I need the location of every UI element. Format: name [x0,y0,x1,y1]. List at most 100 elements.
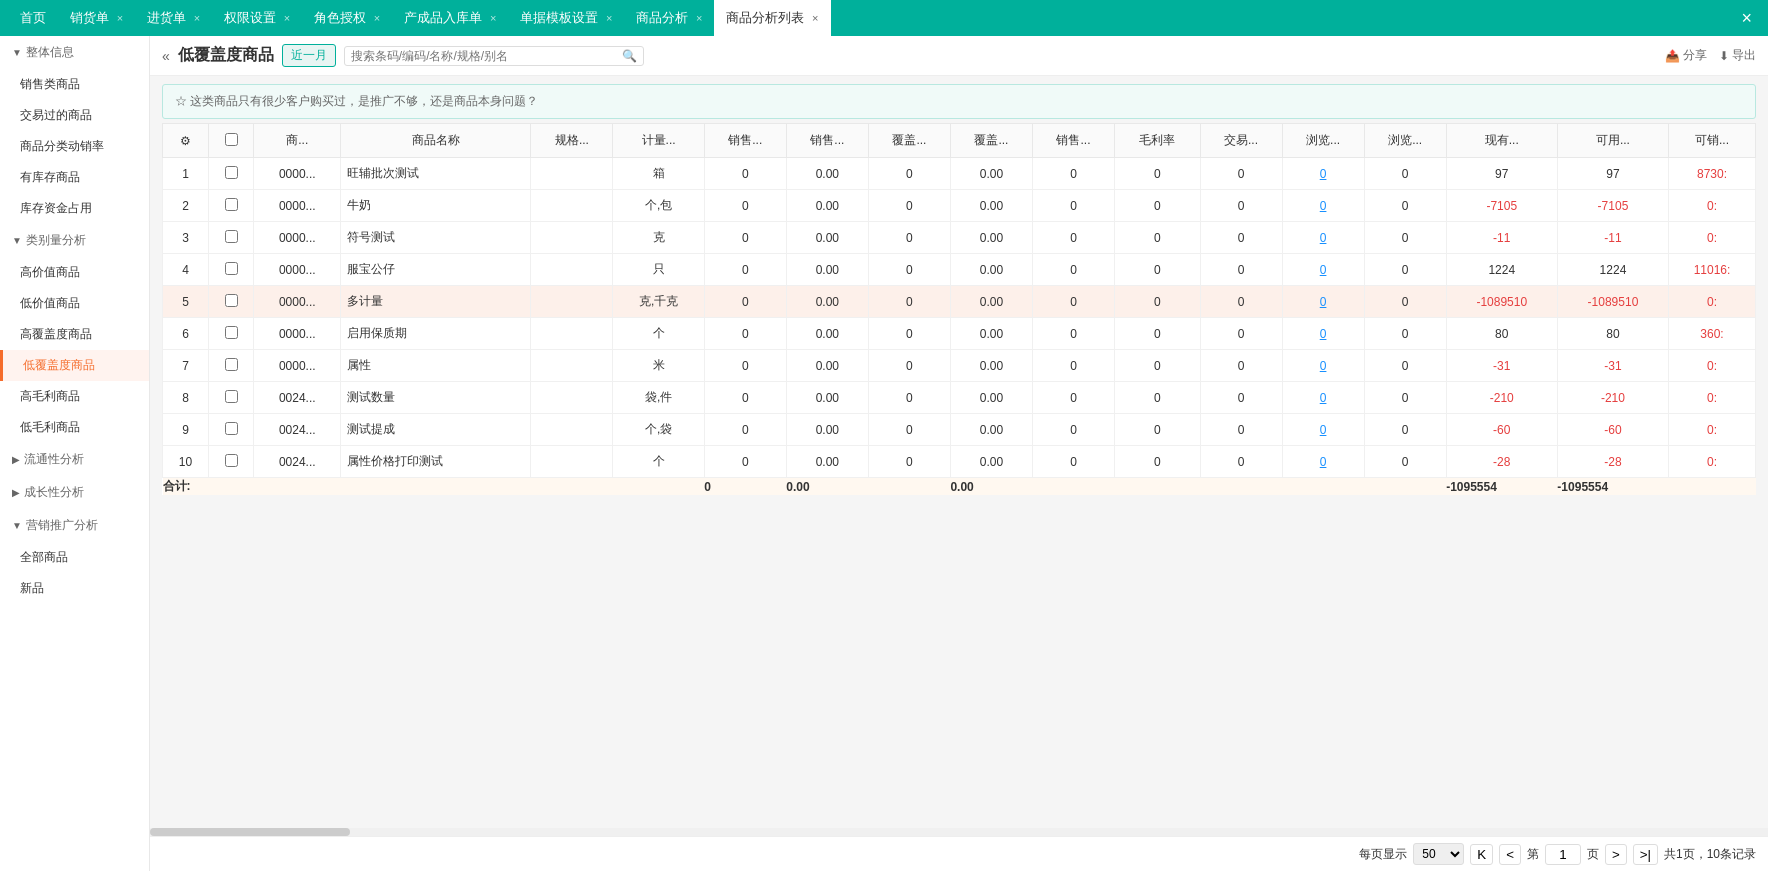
prev-page-btn[interactable]: < [1499,844,1521,865]
next-page-btn[interactable]: > [1605,844,1627,865]
nav-sales[interactable]: 销货单 × [58,0,135,36]
nav-roles[interactable]: 角色授权 × [302,0,392,36]
nav-sales-close[interactable]: × [117,12,123,24]
row-checkbox[interactable] [209,222,254,254]
sidebar-item-low-coverage[interactable]: 低覆盖度商品 [0,350,149,381]
nav-analysis-close[interactable]: × [696,12,702,24]
row-checkbox[interactable] [209,446,254,478]
sidebar-item-high-value[interactable]: 高价值商品 [0,257,149,288]
row-browse1[interactable]: 0 [1282,254,1364,286]
nav-products[interactable]: 产成品入库单 × [392,0,508,36]
col-checkbox[interactable] [209,124,254,158]
col-available[interactable]: 可用... [1557,124,1668,158]
last-page-btn[interactable]: >| [1633,844,1658,865]
nav-roles-close[interactable]: × [374,12,380,24]
row-checkbox[interactable] [209,190,254,222]
col-sales-qty[interactable]: 销售... [704,124,786,158]
col-coverage2[interactable]: 覆盖... [950,124,1032,158]
select-all-checkbox[interactable] [225,133,238,146]
sidebar-item-low-value[interactable]: 低价值商品 [0,288,149,319]
row-select[interactable] [225,454,238,467]
search-icon[interactable]: 🔍 [622,49,637,63]
row-select[interactable] [225,294,238,307]
row-browse1[interactable]: 0 [1282,286,1364,318]
scrollbar[interactable] [150,828,1768,836]
sidebar-section-circulation[interactable]: ▶ 流通性分析 [0,443,149,476]
nav-analysis[interactable]: 商品分析 × [624,0,714,36]
nav-perms-close[interactable]: × [284,12,290,24]
sidebar-section-growth[interactable]: ▶ 成长性分析 [0,476,149,509]
row-checkbox[interactable] [209,350,254,382]
row-select[interactable] [225,262,238,275]
row-select[interactable] [225,198,238,211]
col-name[interactable]: 商品名称 [341,124,531,158]
row-checkbox[interactable] [209,286,254,318]
row-select[interactable] [225,230,238,243]
row-checkbox[interactable] [209,254,254,286]
nav-analysis-list[interactable]: 商品分析列表 × [714,0,830,36]
sidebar-item-category-rate[interactable]: 商品分类动销率 [0,131,149,162]
row-checkbox[interactable] [209,414,254,446]
nav-templates-close[interactable]: × [606,12,612,24]
period-button[interactable]: 近一月 [282,44,336,67]
row-browse1[interactable]: 0 [1282,382,1364,414]
per-page-select[interactable]: 50 100 200 [1413,843,1464,865]
row-browse1[interactable]: 0 [1282,222,1364,254]
row-checkbox[interactable] [209,382,254,414]
sidebar-item-sales-products[interactable]: 销售类商品 [0,69,149,100]
row-browse1[interactable]: 0 [1282,190,1364,222]
col-sales-days[interactable]: 销售... [1032,124,1114,158]
nav-templates[interactable]: 单据模板设置 × [508,0,624,36]
sidebar-section-overall[interactable]: ▼ 整体信息 [0,36,149,69]
nav-products-close[interactable]: × [490,12,496,24]
window-close-btn[interactable]: × [1733,8,1760,29]
row-checkbox[interactable] [209,158,254,190]
sidebar-item-all-products[interactable]: 全部商品 [0,542,149,573]
sidebar-item-traded[interactable]: 交易过的商品 [0,100,149,131]
nav-analysis-list-close[interactable]: × [812,12,818,24]
row-select[interactable] [225,390,238,403]
row-browse1[interactable]: 0 [1282,158,1364,190]
row-select[interactable] [225,326,238,339]
collapse-sidebar-btn[interactable]: « [162,48,170,64]
row-browse1[interactable]: 0 [1282,446,1364,478]
col-settings[interactable]: ⚙ [163,124,209,158]
col-sellable[interactable]: 可销... [1669,124,1756,158]
sidebar-item-new-products[interactable]: 新品 [0,573,149,604]
row-browse1[interactable]: 0 [1282,350,1364,382]
col-current-stock[interactable]: 现有... [1446,124,1557,158]
sidebar-item-high-margin[interactable]: 高毛利商品 [0,381,149,412]
sidebar-section-category[interactable]: ▼ 类别量分析 [0,224,149,257]
row-browse1[interactable]: 0 [1282,414,1364,446]
row-checkbox[interactable] [209,318,254,350]
sidebar-section-marketing[interactable]: ▼ 营销推广分析 [0,509,149,542]
row-browse1[interactable]: 0 [1282,318,1364,350]
col-coverage1[interactable]: 覆盖... [868,124,950,158]
search-input[interactable] [351,49,622,63]
sidebar-item-low-margin[interactable]: 低毛利商品 [0,412,149,443]
col-sales-amt[interactable]: 销售... [786,124,868,158]
share-btn[interactable]: 📤 分享 [1665,47,1707,64]
row-select[interactable] [225,358,238,371]
export-btn[interactable]: ⬇ 导出 [1719,47,1756,64]
nav-purchase[interactable]: 进货单 × [135,0,212,36]
nav-home[interactable]: 首页 [8,0,58,36]
row-select[interactable] [225,422,238,435]
sidebar-item-stock-capital[interactable]: 库存资金占用 [0,193,149,224]
col-trade[interactable]: 交易... [1200,124,1282,158]
col-unit[interactable]: 计量... [613,124,704,158]
sidebar-item-high-coverage[interactable]: 高覆盖度商品 [0,319,149,350]
scrollbar-thumb[interactable] [150,828,350,836]
nav-purchase-close[interactable]: × [194,12,200,24]
first-page-btn[interactable]: K [1470,844,1493,865]
row-select[interactable] [225,166,238,179]
col-browse1[interactable]: 浏览... [1282,124,1364,158]
col-browse2[interactable]: 浏览... [1364,124,1446,158]
col-code[interactable]: 商... [254,124,341,158]
page-input[interactable] [1545,844,1581,865]
table-container[interactable]: ⚙ 商... 商品名称 规格... 计量... 销售... 销售... 覆盖..… [150,123,1768,828]
col-spec[interactable]: 规格... [531,124,613,158]
sidebar-item-in-stock[interactable]: 有库存商品 [0,162,149,193]
nav-perms[interactable]: 权限设置 × [212,0,302,36]
col-gross-margin[interactable]: 毛利率 [1115,124,1201,158]
